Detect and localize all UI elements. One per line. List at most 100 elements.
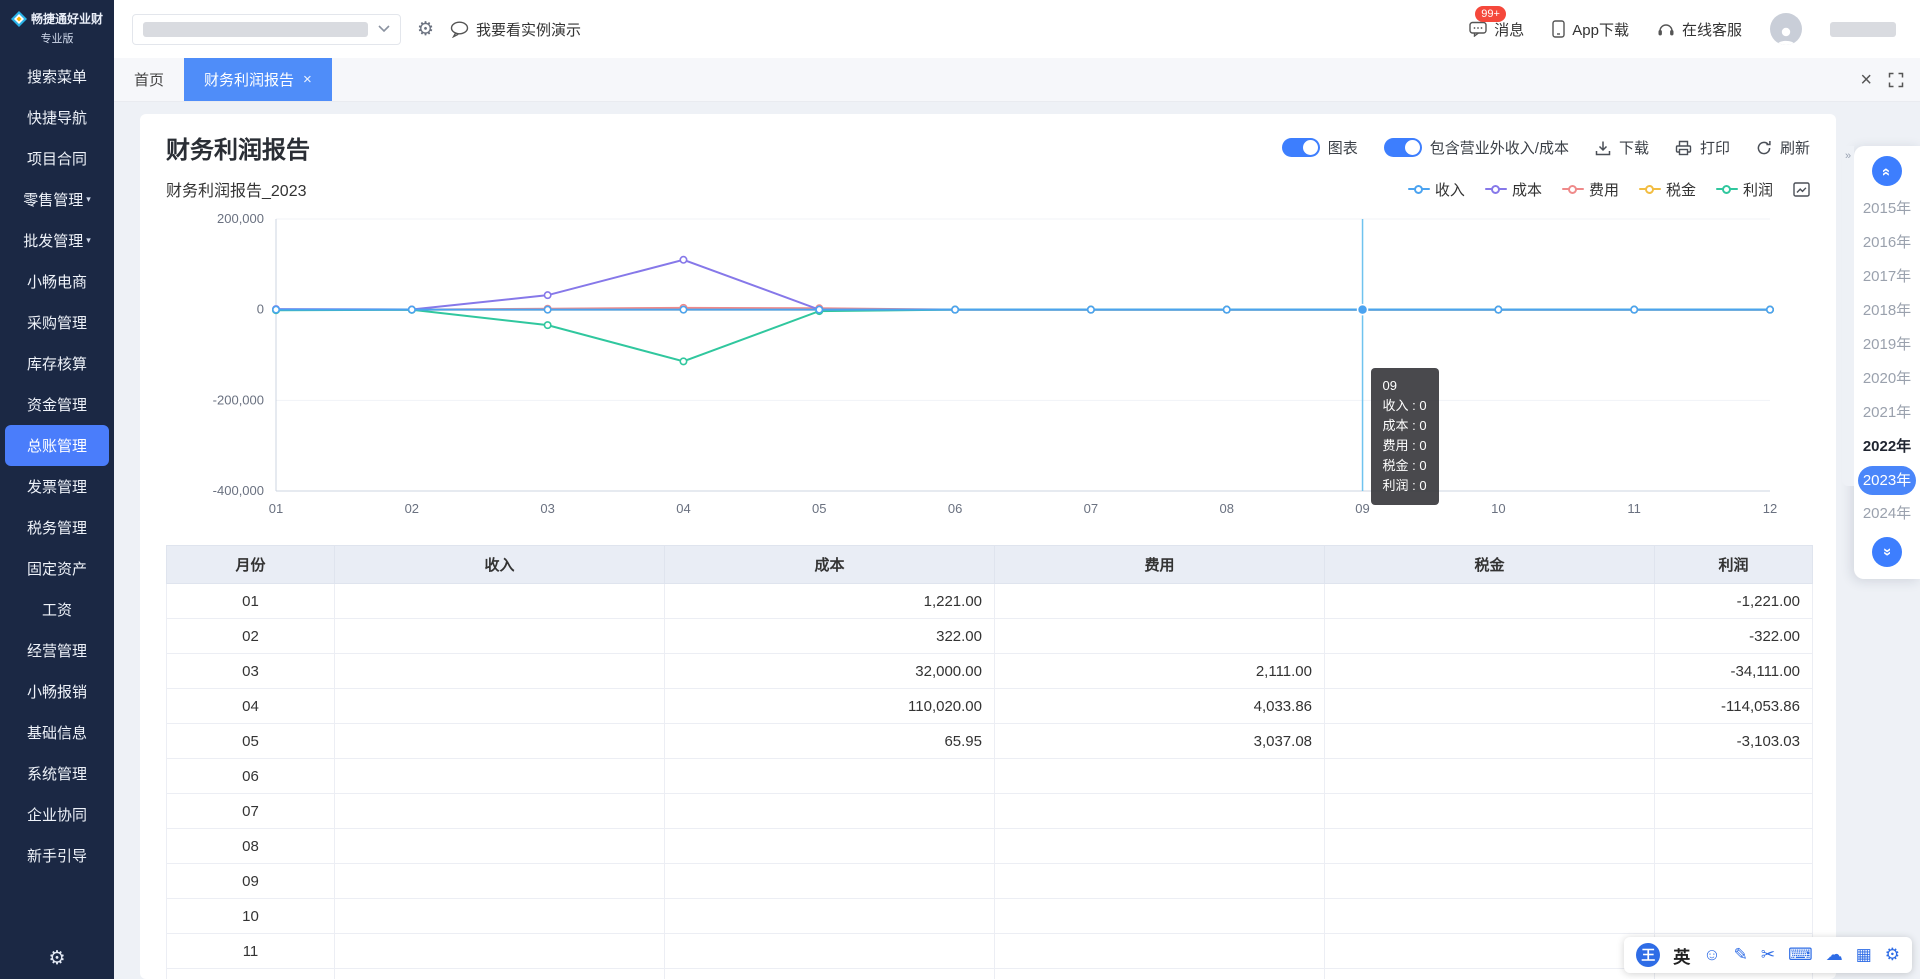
settings-gear-icon[interactable]: ⚙ (417, 18, 434, 41)
close-tab-icon[interactable]: × (303, 71, 312, 88)
pen-icon[interactable]: ✎ (1734, 945, 1748, 965)
svg-text:12: 12 (1763, 501, 1777, 516)
sidebar-item-工资[interactable]: 工资 (5, 589, 109, 630)
scissors-icon[interactable]: ✂ (1761, 945, 1775, 965)
sidebar-item-快捷导航[interactable]: 快捷导航 (5, 97, 109, 138)
table-row[interactable]: 07 (166, 793, 1813, 829)
sidebar-item-零售管理[interactable]: 零售管理 ▾ (5, 179, 109, 220)
settings-icon[interactable]: ⚙ (1885, 945, 1900, 965)
year-2023年[interactable]: 2023年 (1858, 466, 1916, 495)
avatar[interactable] (1770, 13, 1802, 45)
column-header-成本: 成本 (664, 545, 995, 584)
refresh-button[interactable]: 刷新 (1756, 137, 1810, 158)
refresh-icon (1757, 140, 1771, 154)
svg-text:-200,000: -200,000 (213, 392, 264, 407)
legend-费用[interactable]: 费用 (1561, 179, 1619, 200)
chart-toggle[interactable] (1281, 138, 1320, 157)
printer-icon (1675, 140, 1692, 155)
keyboard-icon[interactable]: ⌨ (1788, 945, 1813, 965)
year-2016年[interactable]: 2016年 (1858, 226, 1916, 260)
sidebar-item-固定资产[interactable]: 固定资产 (5, 548, 109, 589)
sidebar-item-经营管理[interactable]: 经营管理 (5, 630, 109, 671)
sidebar-item-搜索菜单[interactable]: 搜索菜单 (5, 56, 109, 97)
emoji-icon[interactable]: ☺ (1703, 945, 1720, 965)
skin-icon[interactable]: ▦ (1856, 945, 1872, 965)
include-nonop-toggle-group: 包含营业外收入/成本 (1383, 137, 1569, 158)
sidebar-item-总账管理[interactable]: 总账管理 (5, 425, 109, 466)
support-button[interactable]: 在线客服 (1657, 19, 1742, 40)
svg-text:03: 03 (540, 501, 554, 516)
scroll-down-button[interactable]: « (1872, 537, 1902, 567)
sidebar-settings-icon[interactable]: ⚙ (0, 937, 114, 979)
cloud-icon[interactable]: ☁ (1826, 945, 1843, 965)
sidebar-item-批发管理[interactable]: 批发管理 ▾ (5, 220, 109, 261)
sidebar-item-库存核算[interactable]: 库存核算 (5, 343, 109, 384)
collapse-handle[interactable]: » (1842, 146, 1854, 486)
app-download-label: App下载 (1572, 21, 1629, 39)
scroll-up-button[interactable]: « (1872, 156, 1902, 186)
sidebar-item-基础信息[interactable]: 基础信息 (5, 712, 109, 753)
legend-marker-icon (1561, 184, 1584, 194)
topbar: ⚙ 我要看实例演示 99+ 消息 App下载 在线客服 (114, 0, 1920, 58)
column-header-利润: 利润 (1654, 545, 1813, 584)
demo-link[interactable]: 我要看实例演示 (450, 19, 581, 40)
sidebar-item-税务管理[interactable]: 税务管理 (5, 507, 109, 548)
table-row[interactable]: 10 (166, 898, 1813, 934)
org-select[interactable] (132, 13, 401, 45)
ime-language-mode[interactable]: 英 (1673, 943, 1690, 968)
year-2020年[interactable]: 2020年 (1858, 362, 1916, 396)
table-row[interactable]: 08 (166, 828, 1813, 864)
table-row[interactable]: 02 322.00 -322.00 (166, 618, 1813, 654)
legend-marker-icon (1638, 184, 1661, 194)
include-nonop-toggle[interactable] (1383, 138, 1422, 157)
year-2015年[interactable]: 2015年 (1858, 192, 1916, 226)
sidebar-item-小畅电商[interactable]: 小畅电商 (5, 261, 109, 302)
sidebar-item-企业协同[interactable]: 企业协同 (5, 794, 109, 835)
fullscreen-icon[interactable] (1888, 72, 1904, 88)
legend-marker-icon (1407, 184, 1430, 194)
year-2017年[interactable]: 2017年 (1858, 260, 1916, 294)
tab-首页[interactable]: 首页 (114, 58, 184, 101)
sidebar-item-采购管理[interactable]: 采购管理 (5, 302, 109, 343)
print-button[interactable]: 打印 (1675, 137, 1730, 158)
chart[interactable]: 200,000 0 -200,000 -400,000 01 02 03 04 05 06 07 08… (140, 201, 1836, 531)
brand-edition: 专业版 (40, 33, 74, 45)
sidebar-item-资金管理[interactable]: 资金管理 (5, 384, 109, 425)
chart-toggle-label: 图表 (1327, 140, 1358, 157)
year-2024年[interactable]: 2024年 (1858, 497, 1916, 531)
legend-利润[interactable]: 利润 (1715, 179, 1773, 200)
close-icon[interactable]: × (1860, 70, 1872, 90)
table-row[interactable]: 04 110,020.00 4,033.86 -114,053.86 (166, 688, 1813, 724)
sidebar-item-新手引导[interactable]: 新手引导 (5, 835, 109, 876)
svg-text:06: 06 (948, 501, 962, 516)
report-card: 财务利润报告 图表 包含营业外收入/成本 下载 打印 刷新 财务利润报告_202… (140, 114, 1836, 979)
sidebar-item-发票管理[interactable]: 发票管理 (5, 466, 109, 507)
table-row[interactable]: 06 (166, 758, 1813, 794)
phone-icon (1552, 20, 1565, 38)
legend-收入[interactable]: 收入 (1407, 179, 1465, 200)
sidebar-item-小畅报销[interactable]: 小畅报销 (5, 671, 109, 712)
year-2021年[interactable]: 2021年 (1858, 396, 1916, 430)
sidebar-item-项目合同[interactable]: 项目合同 (5, 138, 109, 179)
table-row[interactable]: 05 65.95 3,037.08 -3,103.03 (166, 723, 1813, 759)
messages-button[interactable]: 99+ 消息 (1469, 5, 1524, 40)
table-row[interactable]: 11 (166, 933, 1813, 969)
ime-logo[interactable]: 王 (1636, 943, 1661, 967)
tab-财务利润报告[interactable]: 财务利润报告 × (184, 58, 332, 101)
sidebar-item-系统管理[interactable]: 系统管理 (5, 753, 109, 794)
legend-税金[interactable]: 税金 (1638, 179, 1696, 200)
download-button[interactable]: 下载 (1595, 137, 1649, 158)
table-row[interactable]: 09 (166, 863, 1813, 899)
headset-icon (1658, 24, 1674, 36)
table-row[interactable]: 01 1,221.00 -1,221.00 (166, 583, 1813, 619)
year-2018年[interactable]: 2018年 (1858, 294, 1916, 328)
save-image-icon[interactable] (1793, 181, 1810, 197)
year-2022年[interactable]: 2022年 (1858, 430, 1916, 464)
app-download-button[interactable]: App下载 (1552, 19, 1629, 40)
speech-bubble-icon (450, 20, 469, 38)
year-2019年[interactable]: 2019年 (1858, 328, 1916, 362)
table-row[interactable]: 12 (166, 968, 1813, 979)
legend-成本[interactable]: 成本 (1484, 179, 1542, 200)
table-row[interactable]: 03 32,000.00 2,111.00 -34,111.00 (166, 653, 1813, 689)
brand-icon (10, 10, 27, 27)
